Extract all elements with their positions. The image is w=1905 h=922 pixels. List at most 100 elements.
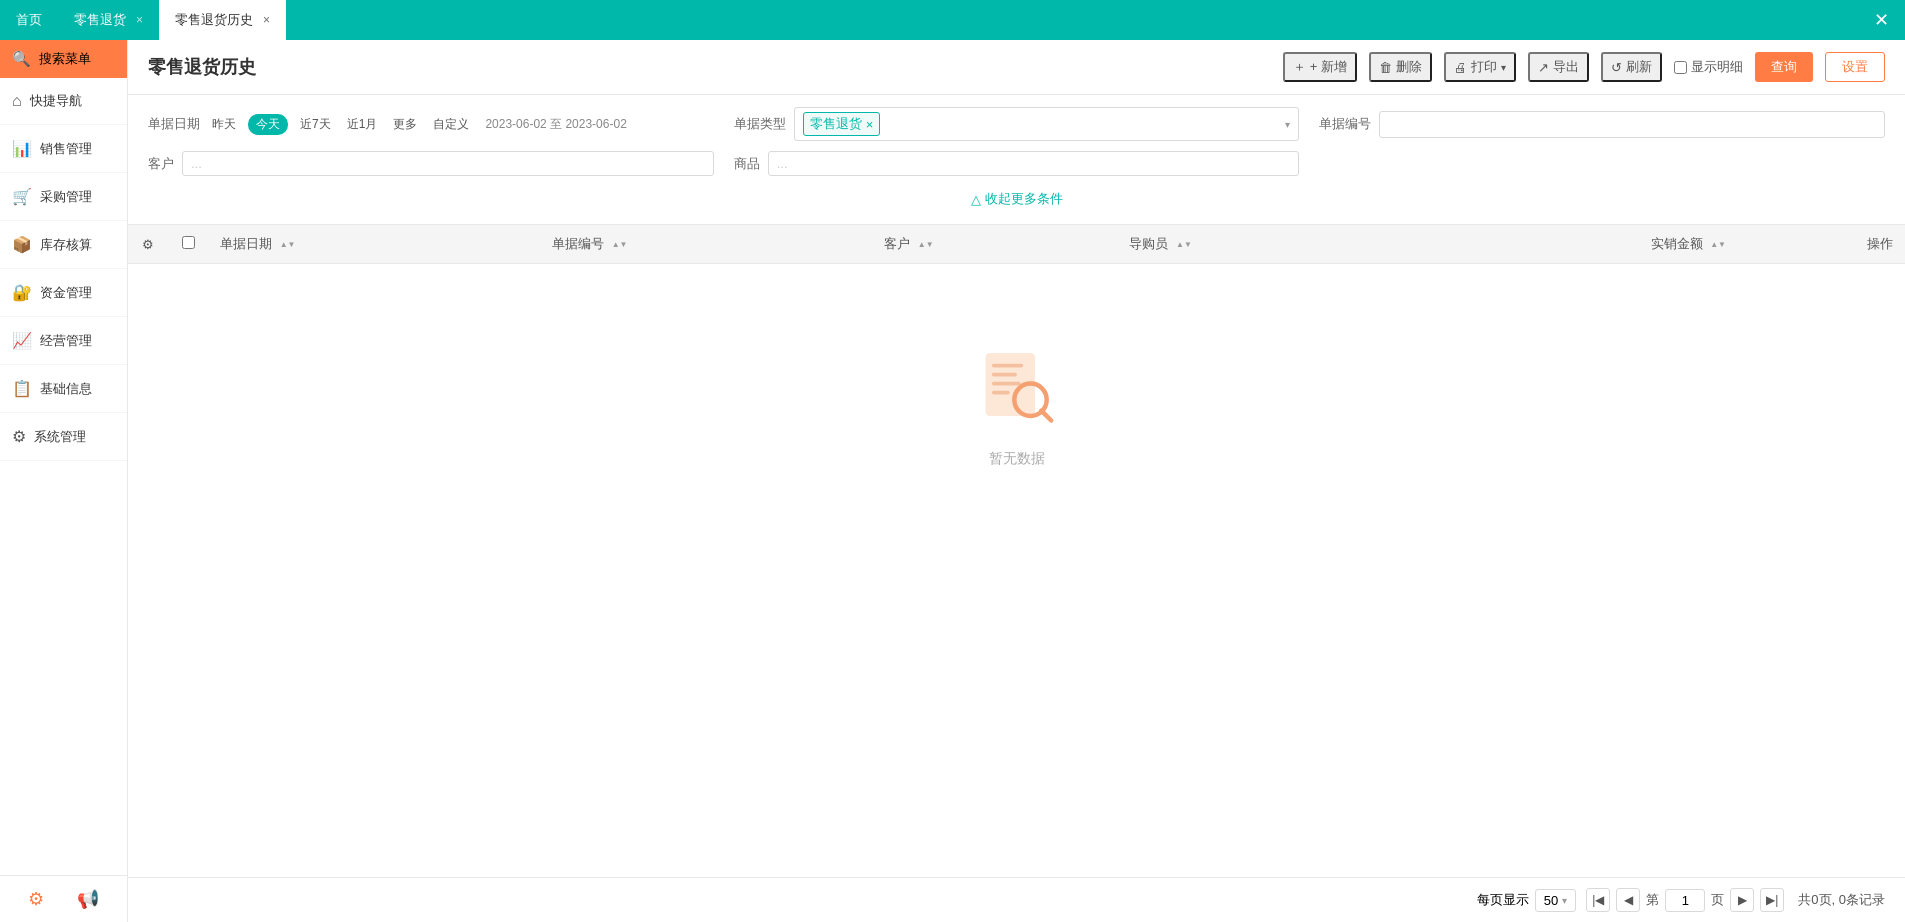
svg-rect-1 [991, 364, 1023, 368]
export-icon: ↗ [1538, 60, 1549, 75]
sidebar-bottom: ⚙ 📢 [0, 875, 127, 922]
last-page-button[interactable]: ▶| [1760, 888, 1784, 912]
th-settings[interactable]: ⚙ [128, 225, 168, 264]
tab-retail-return-history[interactable]: 零售退货历史× [159, 0, 286, 40]
inventory-nav-icon: 📦 [12, 235, 32, 254]
tab-list: 首页零售退货×零售退货历史× [0, 0, 1858, 40]
prev-page-button[interactable]: ◀ [1616, 888, 1640, 912]
main-layout: 🔍 搜索菜单 ⌂快捷导航 📊 销售管理 🛒 采购管理 📦 库存核算 🔐资金管理 📈 经营管理 📋基础… [0, 40, 1905, 922]
svg-rect-3 [991, 382, 1020, 386]
top-bar: 首页零售退货×零售退货历史× ✕ [0, 0, 1905, 40]
doc-number-input[interactable] [1379, 111, 1885, 138]
window-close-button[interactable]: ✕ [1858, 9, 1905, 31]
table-body: 暂无数据 [128, 264, 1905, 549]
date-label: 单据日期 [148, 115, 200, 133]
customer-select[interactable]: ... [182, 151, 714, 176]
filter-row-2: 客户 ... 商品 ... [148, 151, 1885, 176]
dropdown-arrow-icon: ▾ [1285, 119, 1290, 130]
sidebar-item-purchase-mgmt[interactable]: 🛒 采购管理 [0, 173, 127, 221]
svg-line-6 [1041, 411, 1051, 421]
date-option-today[interactable]: 今天 [248, 114, 288, 135]
per-page-dropdown[interactable]: 50 ▾ [1535, 889, 1576, 912]
collapse-row: △ 收起更多条件 [148, 186, 1885, 212]
th-doc-date[interactable]: 单据日期 ▲▼ [208, 225, 540, 264]
sidebar-item-operations[interactable]: 📈 经营管理 [0, 317, 127, 365]
next-page-button[interactable]: ▶ [1730, 888, 1754, 912]
sort-icon-customer: ▲▼ [918, 241, 934, 249]
page-number-input[interactable]: 1 [1665, 889, 1705, 912]
sidebar-item-basic-info[interactable]: 📋基础信息 [0, 365, 127, 413]
tab-home[interactable]: 首页 [0, 0, 58, 40]
content-area: 零售退货历史 ＋ + 新增 🗑 删除 🖨 打印 ▾ ↗ 导出 [128, 40, 1905, 922]
doc-number-label: 单据编号 [1319, 115, 1371, 133]
doc-type-select[interactable]: 零售退货 × ▾ [794, 107, 1300, 141]
customer-label: 客户 [148, 155, 174, 173]
operations-nav-icon: 📈 [12, 331, 32, 350]
sidebar-label-purchase-mgmt: 采购管理 [40, 188, 92, 206]
sort-icon-doc-date: ▲▼ [280, 241, 296, 249]
tag-close-icon[interactable]: × [866, 117, 874, 132]
sidebar-label-operations: 经营管理 [40, 332, 92, 350]
purchase-mgmt-nav-icon: 🛒 [12, 187, 32, 206]
sidebar-item-finance[interactable]: 🔐资金管理 [0, 269, 127, 317]
settings-button[interactable]: 设置 [1825, 52, 1885, 82]
page-size-select: 每页显示 50 ▾ [1477, 889, 1576, 912]
display-detail-toggle[interactable]: 显示明细 [1674, 58, 1743, 76]
sidebar-label-sales-mgmt: 销售管理 [40, 140, 92, 158]
query-button[interactable]: 查询 [1755, 52, 1813, 82]
display-detail-checkbox[interactable] [1674, 61, 1687, 74]
sales-mgmt-nav-icon: 📊 [12, 139, 32, 158]
th-guide[interactable]: 导购员 ▲▼ [1117, 225, 1406, 264]
sidebar-item-system[interactable]: ⚙系统管理 [0, 413, 127, 461]
first-page-button[interactable]: |◀ [1586, 888, 1610, 912]
page-label: 第 [1646, 891, 1659, 909]
th-doc-number[interactable]: 单据编号 ▲▼ [540, 225, 872, 264]
th-checkbox[interactable] [168, 225, 208, 264]
new-button[interactable]: ＋ + 新增 [1283, 52, 1357, 82]
delete-icon: 🗑 [1379, 60, 1392, 75]
doc-type-filter: 单据类型 零售退货 × ▾ [734, 107, 1300, 141]
per-page-arrow-icon: ▾ [1562, 895, 1567, 906]
search-icon: 🔍 [12, 50, 31, 68]
th-customer[interactable]: 客户 ▲▼ [872, 225, 1117, 264]
date-option-yesterday[interactable]: 昨天 [208, 114, 240, 135]
doc-type-tag: 零售退货 × [803, 112, 881, 136]
print-button[interactable]: 🖨 打印 ▾ [1444, 52, 1516, 82]
refresh-button[interactable]: ↺ 刷新 [1601, 52, 1662, 82]
date-option-1month[interactable]: 近1月 [343, 114, 382, 135]
page-nav: |◀ ◀ 第 1 页 ▶ ▶| 共0页, 0条记录 [1586, 888, 1885, 912]
tab-retail-return[interactable]: 零售退货× [58, 0, 159, 40]
th-amount[interactable]: 实销金额 ▲▼ [1406, 225, 1738, 264]
volume-icon[interactable]: 📢 [77, 888, 99, 910]
delete-button[interactable]: 🗑 删除 [1369, 52, 1432, 82]
date-option-more[interactable]: 更多 [389, 114, 421, 135]
export-button[interactable]: ↗ 导出 [1528, 52, 1589, 82]
empty-row: 暂无数据 [128, 264, 1905, 549]
tab-close-retail-return-history[interactable]: × [263, 13, 270, 27]
sort-icon-doc-number: ▲▼ [612, 241, 628, 249]
goods-select[interactable]: ... [768, 151, 1300, 176]
sidebar-search[interactable]: 🔍 搜索菜单 [0, 40, 127, 78]
svg-rect-4 [991, 391, 1009, 395]
svg-point-7 [1022, 391, 1033, 402]
date-option-custom[interactable]: 自定义 [429, 114, 473, 135]
sort-icon-guide: ▲▼ [1176, 241, 1192, 249]
th-action: 操作 [1738, 225, 1905, 264]
header-actions: ＋ + 新增 🗑 删除 🖨 打印 ▾ ↗ 导出 ↺ [1283, 52, 1885, 82]
page-header: 零售退货历史 ＋ + 新增 🗑 删除 🖨 打印 ▾ ↗ 导出 [128, 40, 1905, 95]
goods-label: 商品 [734, 155, 760, 173]
sidebar-item-quick-nav[interactable]: ⌂快捷导航 [0, 78, 127, 125]
svg-rect-2 [991, 373, 1016, 377]
settings-icon[interactable]: ⚙ [28, 888, 44, 910]
page-unit: 页 [1711, 891, 1724, 909]
sidebar-item-inventory[interactable]: 📦 库存核算 [0, 221, 127, 269]
new-icon: ＋ [1293, 58, 1306, 76]
collapse-button[interactable]: △ 收起更多条件 [967, 186, 1067, 212]
sidebar-label-inventory: 库存核算 [40, 236, 92, 254]
sidebar-item-sales-mgmt[interactable]: 📊 销售管理 [0, 125, 127, 173]
per-page-value: 50 [1544, 893, 1558, 908]
select-all-checkbox[interactable] [182, 236, 195, 249]
customer-filter: 客户 ... [148, 151, 714, 176]
date-option-7days[interactable]: 近7天 [296, 114, 335, 135]
tab-close-retail-return[interactable]: × [136, 13, 143, 27]
